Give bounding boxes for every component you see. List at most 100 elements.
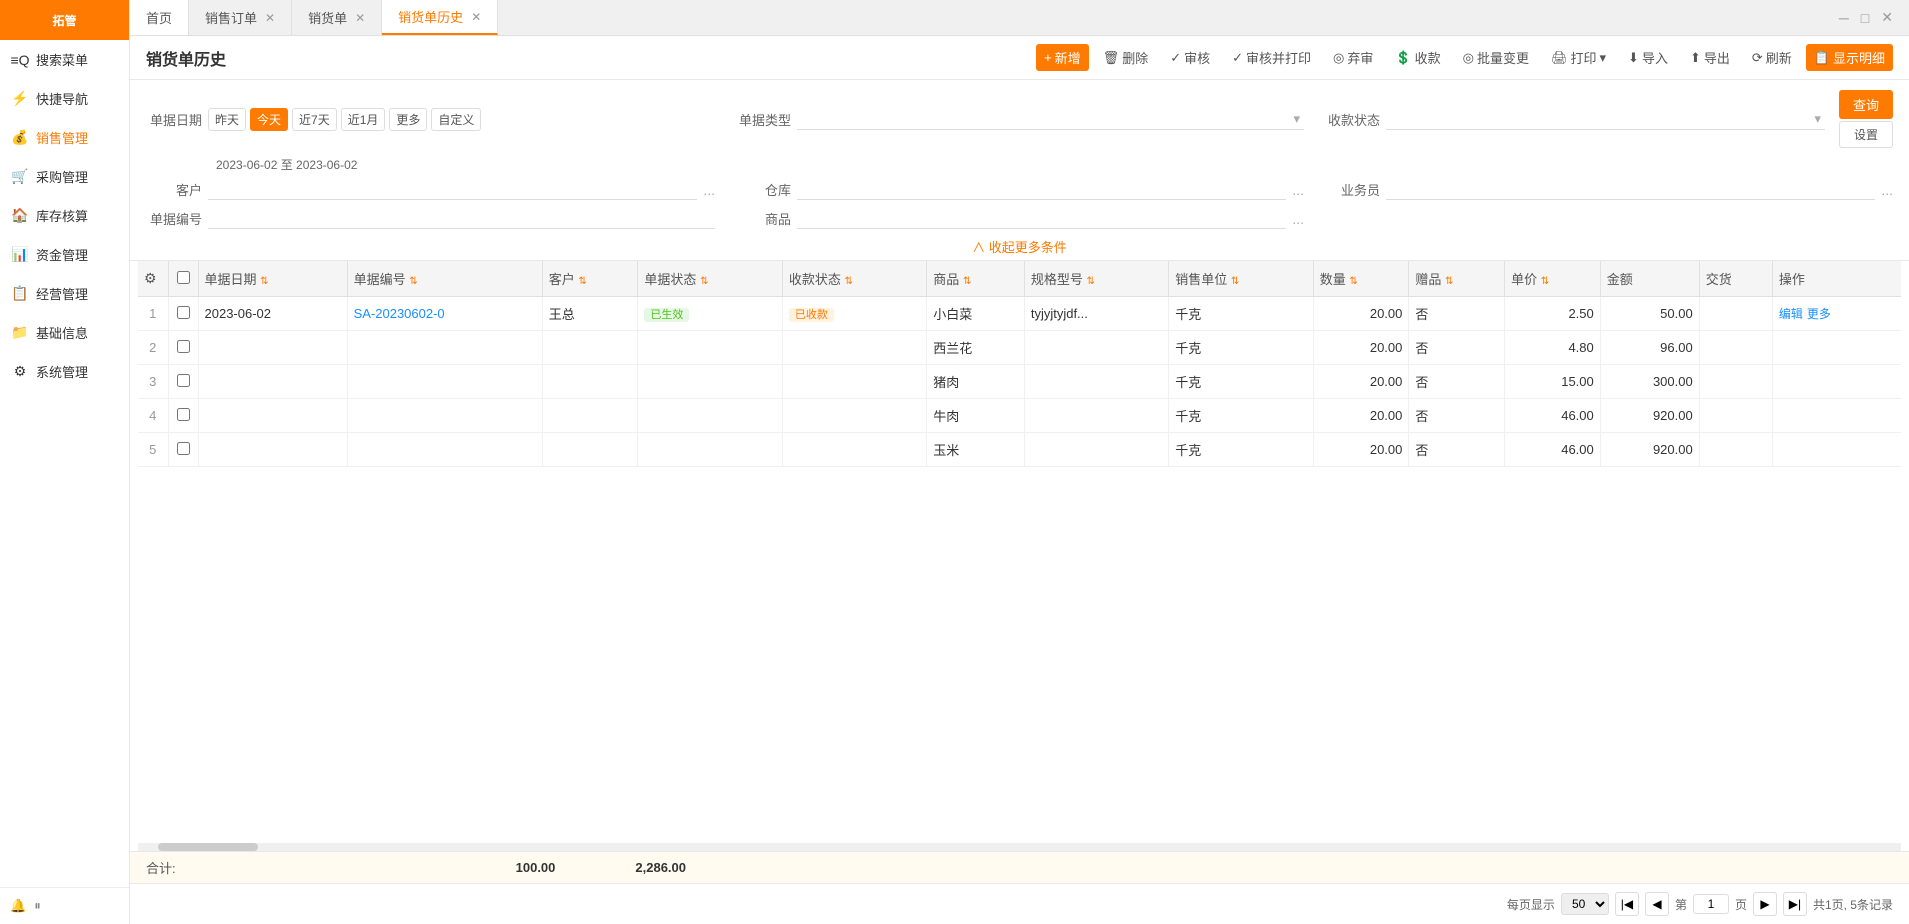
minimize-btn[interactable]: ─ [1833, 10, 1855, 26]
batch-change-button[interactable]: ◎ 批量变更 [1455, 44, 1537, 71]
row-doc-no[interactable] [347, 399, 542, 433]
customer-dots[interactable]: ... [703, 182, 715, 198]
date-btn-7days[interactable]: 近7天 [292, 108, 337, 131]
print-button[interactable]: 🖨 打印 ▾ [1543, 44, 1614, 71]
maximize-btn[interactable]: □ [1855, 10, 1875, 26]
row-checkbox-cell[interactable] [168, 399, 198, 433]
tab-sales-history[interactable]: 销货单历史 ✕ [382, 0, 498, 35]
th-action: 操作 [1772, 261, 1901, 297]
sidebar-item-sales-mgmt[interactable]: 💰 销售管理 [0, 118, 129, 157]
row-doc-date [198, 365, 347, 399]
last-page-btn[interactable]: ▶| [1783, 892, 1807, 916]
delete-button[interactable]: 🗑 删除 [1095, 44, 1157, 71]
import-button[interactable]: ⬇ 导入 [1620, 44, 1676, 71]
collapse-bar[interactable]: ∧ 收起更多条件 [130, 233, 1909, 261]
date-btn-1month[interactable]: 近1月 [341, 108, 386, 131]
row-customer [542, 331, 638, 365]
tab-sales-history-close[interactable]: ✕ [471, 10, 481, 24]
show-detail-button[interactable]: 📋 显示明细 [1806, 44, 1893, 71]
row-checkbox-cell[interactable] [168, 297, 198, 331]
page-size-select[interactable]: 50 [1561, 893, 1609, 915]
row-checkbox-cell[interactable] [168, 331, 198, 365]
row-doc-no[interactable]: SA-20230602-0 [347, 297, 542, 331]
sidebar-item-finance[interactable]: 📊 资金管理 [0, 235, 129, 274]
tab-sales-order[interactable]: 销售订单 ✕ [189, 0, 292, 35]
th-gear[interactable]: ⚙ [138, 261, 168, 297]
th-unit-price[interactable]: 单价 ⇅ [1505, 261, 1601, 297]
doctype-dropdown-icon[interactable]: ▾ [1293, 111, 1300, 127]
goods-dots[interactable]: ... [1292, 211, 1304, 227]
row-checkbox[interactable] [177, 408, 190, 421]
audit-button[interactable]: ✓ 审核 [1162, 44, 1218, 71]
notification-icon[interactable]: 🔔 [10, 898, 26, 914]
tab-home[interactable]: 首页 [130, 0, 189, 35]
row-doc-no[interactable] [347, 365, 542, 399]
business-input[interactable] [1386, 179, 1875, 200]
customer-input[interactable] [208, 179, 697, 200]
table-container[interactable]: ⚙ 单据日期 ⇅ 单据编号 ⇅ 客户 ⇅ [130, 261, 1909, 843]
audit-print-button[interactable]: ✓ 审核并打印 [1224, 44, 1319, 71]
close-btn[interactable]: ✕ [1875, 9, 1899, 26]
goods-input[interactable] [797, 208, 1286, 229]
row-checkbox-cell[interactable] [168, 365, 198, 399]
warehouse-input[interactable] [797, 179, 1286, 200]
business-dots[interactable]: ... [1881, 182, 1893, 198]
row-amount: 96.00 [1600, 331, 1699, 365]
th-doc-status[interactable]: 单据状态 ⇅ [638, 261, 782, 297]
sidebar-item-business-mgmt[interactable]: 📋 经营管理 [0, 274, 129, 313]
new-button[interactable]: + 新增 [1036, 44, 1089, 71]
tab-sales-goods-close[interactable]: ✕ [355, 11, 365, 25]
collectstatus-dropdown-icon[interactable]: ▾ [1814, 111, 1821, 127]
tab-sales-goods[interactable]: 销货单 ✕ [292, 0, 382, 35]
tab-sales-order-close[interactable]: ✕ [265, 11, 275, 25]
first-page-btn[interactable]: |◀ [1615, 892, 1639, 916]
sidebar-item-search-menu[interactable]: ≡Q 搜索菜单 [0, 40, 129, 79]
purchase-mgmt-icon: 🛒 [12, 169, 28, 185]
th-collect-status[interactable]: 收款状态 ⇅ [782, 261, 926, 297]
export-button[interactable]: ⬆ 导出 [1682, 44, 1738, 71]
th-spec[interactable]: 规格型号 ⇅ [1024, 261, 1168, 297]
th-goods[interactable]: 商品 ⇅ [927, 261, 1025, 297]
row-doc-no[interactable] [347, 331, 542, 365]
sidebar-item-inventory[interactable]: 🏠 库存核算 [0, 196, 129, 235]
query-button[interactable]: 查询 [1839, 90, 1893, 119]
sidebar-item-base-info[interactable]: 📁 基础信息 [0, 313, 129, 352]
next-page-btn[interactable]: ▶ [1753, 892, 1777, 916]
sidebar-item-system-mgmt[interactable]: ⚙ 系统管理 [0, 352, 129, 391]
settings-button[interactable]: 设置 [1839, 121, 1893, 148]
row-checkbox[interactable] [177, 306, 190, 319]
more-action[interactable]: 更多 [1807, 307, 1831, 321]
th-doc-no[interactable]: 单据编号 ⇅ [347, 261, 542, 297]
th-unit[interactable]: 销售单位 ⇅ [1169, 261, 1313, 297]
scrollbar-thumb[interactable] [158, 843, 258, 851]
table-row: 3 猪肉 千克 20.00 否 15.00 300.00 [138, 365, 1901, 399]
th-quantity[interactable]: 数量 ⇅ [1313, 261, 1409, 297]
row-doc-date [198, 331, 347, 365]
warehouse-dots[interactable]: ... [1292, 182, 1304, 198]
date-btn-more[interactable]: 更多 [389, 108, 427, 131]
row-checkbox-cell[interactable] [168, 433, 198, 467]
docno-input[interactable] [208, 208, 715, 229]
prev-page-btn[interactable]: ◀ [1645, 892, 1669, 916]
refresh-button[interactable]: ⟳ 刷新 [1744, 44, 1800, 71]
date-btn-today[interactable]: 今天 [250, 108, 288, 131]
pause-icon[interactable]: ⏸ [34, 898, 41, 914]
th-checkbox[interactable] [168, 261, 198, 297]
date-btn-yesterday[interactable]: 昨天 [208, 108, 246, 131]
row-doc-no[interactable] [347, 433, 542, 467]
th-doc-date[interactable]: 单据日期 ⇅ [198, 261, 347, 297]
th-gift[interactable]: 赠品 ⇅ [1409, 261, 1505, 297]
row-checkbox[interactable] [177, 442, 190, 455]
edit-action[interactable]: 编辑 [1779, 307, 1803, 321]
horizontal-scrollbar[interactable] [138, 843, 1901, 851]
collect-button[interactable]: 💲 收款 [1387, 44, 1448, 71]
date-btn-custom[interactable]: 自定义 [431, 108, 481, 131]
row-checkbox[interactable] [177, 340, 190, 353]
sidebar-item-purchase-mgmt[interactable]: 🛒 采购管理 [0, 157, 129, 196]
current-page-input[interactable] [1693, 894, 1729, 914]
select-all-checkbox[interactable] [177, 271, 190, 284]
sidebar-item-quick-nav[interactable]: ⚡ 快捷导航 [0, 79, 129, 118]
abandon-button[interactable]: ◎ 弃审 [1325, 44, 1381, 71]
th-customer[interactable]: 客户 ⇅ [542, 261, 638, 297]
row-checkbox[interactable] [177, 374, 190, 387]
